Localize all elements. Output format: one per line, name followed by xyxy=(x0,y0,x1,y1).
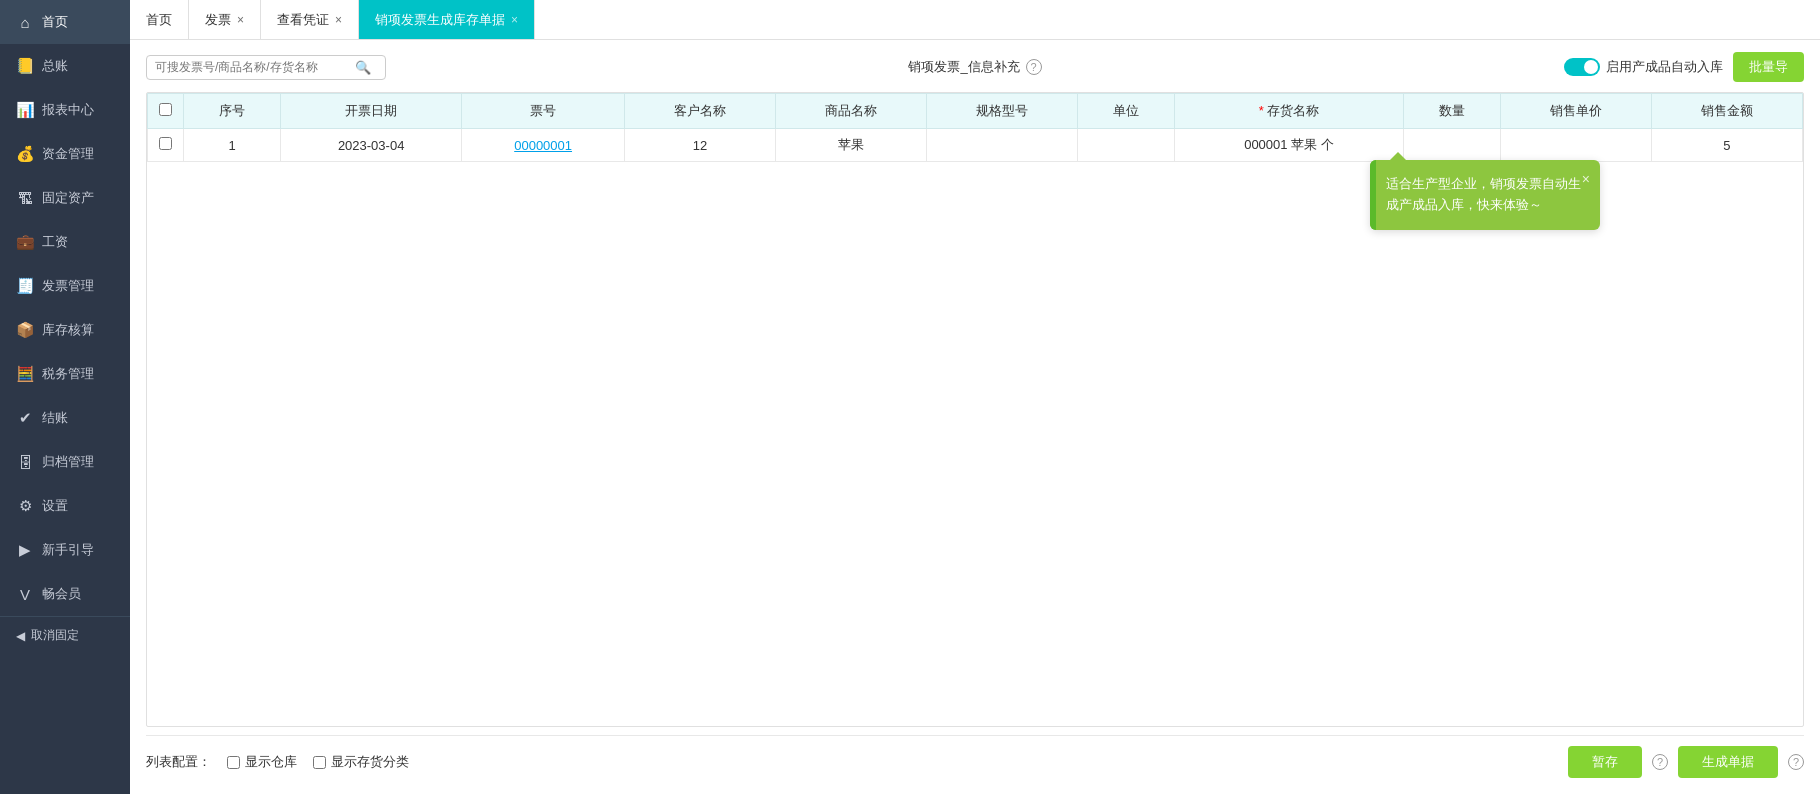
tooltip-text: 适合生产型企业，销项发票自动生成产成品入库，快来体验～ xyxy=(1386,176,1581,212)
search-box[interactable]: 🔍 xyxy=(146,55,386,80)
sidebar-item-home[interactable]: ⌂ 首页 xyxy=(0,0,130,44)
toolbar-right: 启用产成品自动入库 批量导 xyxy=(1564,52,1804,82)
table-header-row: 序号 开票日期 票号 客户名称 商品名称 规格型号 单位 存货名称 数量 销售单… xyxy=(148,94,1803,129)
th-unit: 单位 xyxy=(1077,94,1174,129)
tooltip-popup: × 适合生产型企业，销项发票自动生成产成品入库，快来体验～ xyxy=(1370,160,1600,230)
tab-invoice-close[interactable]: × xyxy=(237,13,244,27)
wages-icon: 💼 xyxy=(16,233,34,251)
th-amount: 销售金额 xyxy=(1651,94,1802,129)
td-seq: 1 xyxy=(184,129,281,162)
save-button[interactable]: 暂存 xyxy=(1568,746,1642,778)
th-unit-price: 销售单价 xyxy=(1501,94,1652,129)
td-inventory: 000001 苹果 个 xyxy=(1175,129,1404,162)
sidebar-item-inventory[interactable]: 📦 库存核算 xyxy=(0,308,130,352)
td-unit-price xyxy=(1501,129,1652,162)
tab-cancel-invoice-close[interactable]: × xyxy=(511,13,518,27)
sidebar-item-funds[interactable]: 💰 资金管理 xyxy=(0,132,130,176)
tab-home[interactable]: 首页 xyxy=(130,0,189,39)
sidebar-item-vip[interactable]: V 畅会员 xyxy=(0,572,130,616)
generate-button[interactable]: 生成单据 xyxy=(1678,746,1778,778)
bottom-right: 暂存 ? 生成单据 ? xyxy=(1568,746,1804,778)
invoice-mgmt-icon: 🧾 xyxy=(16,277,34,295)
th-checkbox xyxy=(148,94,184,129)
sidebar-item-guide[interactable]: ▶ 新手引导 xyxy=(0,528,130,572)
tooltip-close-button[interactable]: × xyxy=(1582,168,1590,190)
td-spec xyxy=(927,129,1078,162)
show-warehouse-checkbox[interactable] xyxy=(227,756,240,769)
sidebar-item-wages[interactable]: 💼 工资 xyxy=(0,220,130,264)
tooltip-bar xyxy=(1370,160,1376,230)
toolbar-left: 🔍 xyxy=(146,55,386,80)
toolbar: 🔍 销项发票_信息补充 ? 启用产成品自动入库 批量导 xyxy=(146,52,1804,82)
vip-icon: V xyxy=(16,586,34,603)
sidebar-item-archive[interactable]: 🗄 归档管理 xyxy=(0,440,130,484)
funds-icon: 💰 xyxy=(16,145,34,163)
th-customer: 客户名称 xyxy=(625,94,776,129)
show-inventory-category-checkbox[interactable] xyxy=(313,756,326,769)
main-table: 序号 开票日期 票号 客户名称 商品名称 规格型号 单位 存货名称 数量 销售单… xyxy=(147,93,1803,162)
td-quantity xyxy=(1403,129,1500,162)
sidebar-item-invoice-mgmt[interactable]: 🧾 发票管理 xyxy=(0,264,130,308)
auto-warehouse-toggle[interactable] xyxy=(1564,58,1600,76)
cancel-fixed-icon: ◀ xyxy=(16,629,25,643)
td-date: 2023-03-04 xyxy=(281,129,462,162)
ledger-icon: 📒 xyxy=(16,57,34,75)
bottom-left: 列表配置： 显示仓库 显示存货分类 xyxy=(146,753,409,771)
sidebar-item-fixed-assets[interactable]: 🏗 固定资产 xyxy=(0,176,130,220)
sidebar: ⌂ 首页 📒 总账 📊 报表中心 💰 资金管理 🏗 固定资产 💼 工资 🧾 发票… xyxy=(0,0,130,794)
tab-view-voucher[interactable]: 查看凭证 × xyxy=(261,0,359,39)
settlement-icon: ✔ xyxy=(16,409,34,427)
sidebar-item-reports[interactable]: 📊 报表中心 xyxy=(0,88,130,132)
show-warehouse-label[interactable]: 显示仓库 xyxy=(227,753,297,771)
content-area: 🔍 销项发票_信息补充 ? 启用产成品自动入库 批量导 xyxy=(130,40,1820,794)
search-icon: 🔍 xyxy=(355,60,371,75)
td-checkbox xyxy=(148,129,184,162)
tab-view-voucher-close[interactable]: × xyxy=(335,13,342,27)
toggle-label: 启用产成品自动入库 xyxy=(1606,58,1723,76)
th-spec: 规格型号 xyxy=(927,94,1078,129)
generate-help-icon[interactable]: ? xyxy=(1788,754,1804,770)
main-area: 首页 发票 × 查看凭证 × 销项发票生成库存单据 × 🔍 销项发票_信息补充 xyxy=(130,0,1820,794)
sidebar-item-ledger[interactable]: 📒 总账 xyxy=(0,44,130,88)
reports-icon: 📊 xyxy=(16,101,34,119)
list-config-label: 列表配置： xyxy=(146,753,211,771)
sidebar-item-settlement[interactable]: ✔ 结账 xyxy=(0,396,130,440)
batch-btn[interactable]: 批量导 xyxy=(1733,52,1804,82)
settings-icon: ⚙ xyxy=(16,497,34,515)
td-unit xyxy=(1077,129,1174,162)
center-label: 销项发票_信息补充 xyxy=(908,58,1019,76)
toggle-wrap: 启用产成品自动入库 xyxy=(1564,58,1723,76)
th-date: 开票日期 xyxy=(281,94,462,129)
cancel-fixed-button[interactable]: ◀ 取消固定 xyxy=(0,616,130,654)
tab-invoice[interactable]: 发票 × xyxy=(189,0,261,39)
td-amount: 5 xyxy=(1651,129,1802,162)
fixed-assets-icon: 🏗 xyxy=(16,190,34,207)
guide-icon: ▶ xyxy=(16,541,34,559)
archive-icon: 🗄 xyxy=(16,454,34,471)
th-ticket-no: 票号 xyxy=(462,94,625,129)
save-help-icon[interactable]: ? xyxy=(1652,754,1668,770)
table-row: 1 2023-03-04 00000001 12 苹果 000001 苹果 个 … xyxy=(148,129,1803,162)
toolbar-center: 销项发票_信息补充 ? xyxy=(908,58,1041,76)
sidebar-item-tax[interactable]: 🧮 税务管理 xyxy=(0,352,130,396)
th-inventory: 存货名称 xyxy=(1175,94,1404,129)
td-ticket-no[interactable]: 00000001 xyxy=(462,129,625,162)
th-product: 商品名称 xyxy=(776,94,927,129)
th-quantity: 数量 xyxy=(1403,94,1500,129)
td-customer: 12 xyxy=(625,129,776,162)
row-checkbox[interactable] xyxy=(159,137,172,150)
inventory-icon: 📦 xyxy=(16,321,34,339)
th-seq: 序号 xyxy=(184,94,281,129)
show-inventory-category-label[interactable]: 显示存货分类 xyxy=(313,753,409,771)
tax-icon: 🧮 xyxy=(16,365,34,383)
tab-cancel-invoice[interactable]: 销项发票生成库存单据 × xyxy=(359,0,535,39)
select-all-checkbox[interactable] xyxy=(159,103,172,116)
tab-bar: 首页 发票 × 查看凭证 × 销项发票生成库存单据 × xyxy=(130,0,1820,40)
home-icon: ⌂ xyxy=(16,14,34,31)
search-input[interactable] xyxy=(155,60,355,74)
sidebar-item-settings[interactable]: ⚙ 设置 xyxy=(0,484,130,528)
center-help-icon[interactable]: ? xyxy=(1026,59,1042,75)
td-product: 苹果 xyxy=(776,129,927,162)
bottom-bar: 列表配置： 显示仓库 显示存货分类 暂存 ? 生成单据 ? xyxy=(146,735,1804,782)
